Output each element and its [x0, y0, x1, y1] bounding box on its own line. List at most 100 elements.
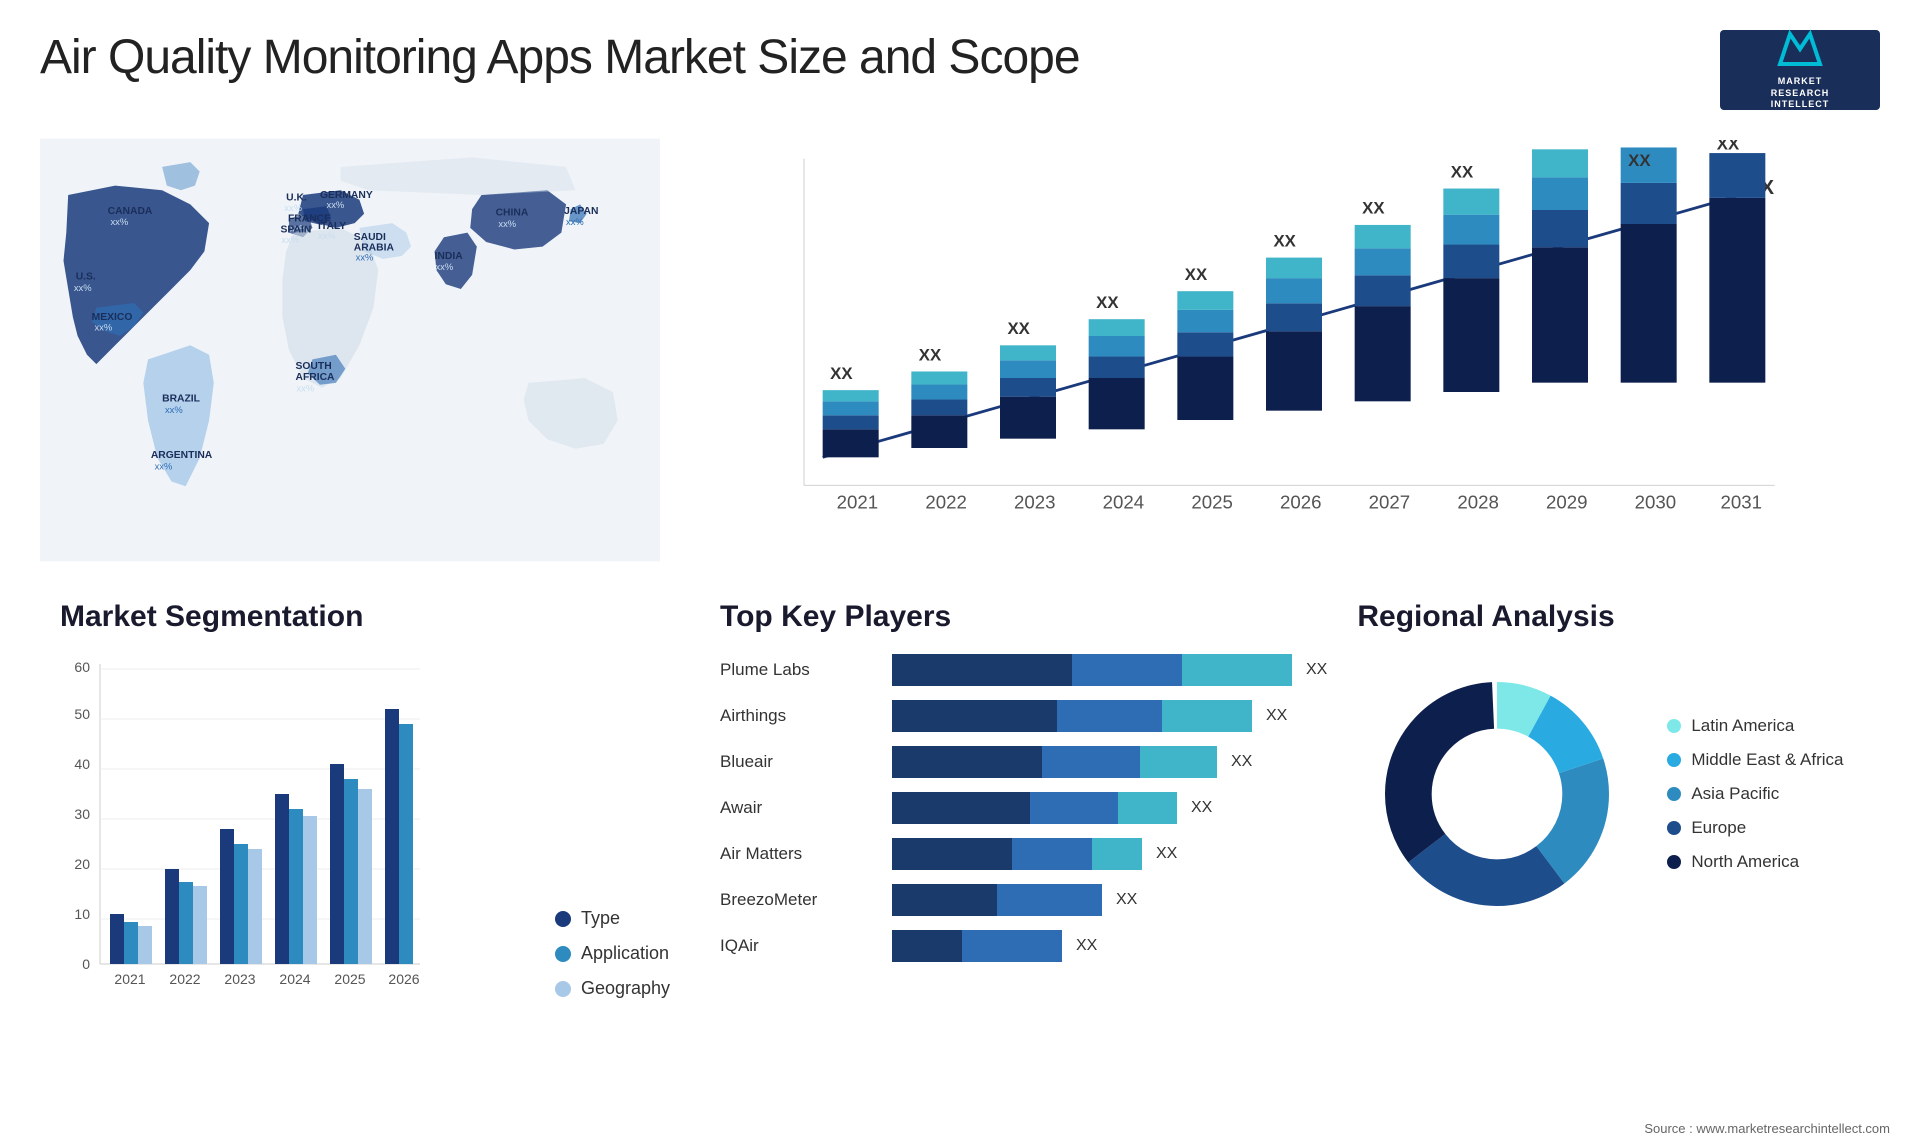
- players-title: Top Key Players: [720, 600, 1327, 634]
- svg-text:SOUTH: SOUTH: [296, 361, 332, 372]
- svg-text:2031: 2031: [1721, 492, 1763, 513]
- svg-text:30: 30: [74, 806, 90, 822]
- logo-symbol: [1775, 29, 1825, 76]
- page-header: Air Quality Monitoring Apps Market Size …: [0, 0, 1920, 120]
- segmentation-section: Market Segmentation 0 10 20 30 40 50 60: [20, 580, 680, 1100]
- player-row-plume: Plume Labs XX: [720, 654, 1327, 686]
- svg-text:2028: 2028: [1457, 492, 1499, 513]
- svg-text:xx%: xx%: [356, 252, 374, 263]
- svg-text:XX: XX: [1717, 140, 1740, 153]
- segmentation-title: Market Segmentation: [60, 600, 670, 634]
- dot-europe: [1667, 821, 1681, 835]
- svg-text:xx%: xx%: [435, 261, 453, 272]
- dot-latin-america: [1667, 719, 1681, 733]
- legend-europe: Europe: [1667, 818, 1843, 838]
- page-title: Air Quality Monitoring Apps Market Size …: [40, 30, 1080, 85]
- svg-text:xx%: xx%: [94, 321, 112, 332]
- legend-item-application: Application: [555, 943, 670, 964]
- legend-north-america: North America: [1667, 852, 1843, 872]
- svg-text:2027: 2027: [1369, 492, 1411, 513]
- logo-area: MARKET RESEARCH INTELLECT: [1720, 30, 1880, 110]
- svg-text:10: 10: [74, 906, 90, 922]
- svg-text:SAUDI: SAUDI: [354, 232, 386, 243]
- player-bar-airmatters: XX: [892, 838, 1327, 870]
- svg-text:XX: XX: [1539, 140, 1562, 144]
- seg-chart-svg: 0 10 20 30 40 50 60: [60, 654, 440, 1034]
- regional-section: Regional Analysis: [1347, 580, 1900, 1100]
- dot-asia-pacific: [1667, 787, 1681, 801]
- svg-text:2021: 2021: [837, 492, 879, 513]
- svg-text:2029: 2029: [1546, 492, 1588, 513]
- svg-text:xx%: xx%: [155, 460, 173, 471]
- seg-legend: Type Application Geography: [555, 908, 670, 1039]
- svg-text:xx%: xx%: [566, 216, 584, 227]
- svg-text:xx%: xx%: [327, 199, 345, 210]
- svg-text:xx%: xx%: [165, 404, 183, 415]
- player-bar-iqair: XX: [892, 930, 1327, 962]
- players-list: Plume Labs XX Airthings: [720, 654, 1327, 962]
- svg-text:XX: XX: [1628, 151, 1651, 170]
- regional-legend: Latin America Middle East & Africa Asia …: [1667, 716, 1843, 872]
- seg-chart: 0 10 20 30 40 50 60: [60, 654, 535, 1039]
- source-text: Source : www.marketresearchintellect.com: [1644, 1121, 1890, 1136]
- dot-mea: [1667, 753, 1681, 767]
- svg-text:2024: 2024: [1103, 492, 1145, 513]
- player-bar-airthings: XX: [892, 700, 1327, 732]
- donut-chart-svg: [1357, 654, 1637, 934]
- svg-text:2023: 2023: [1014, 492, 1056, 513]
- regional-title: Regional Analysis: [1357, 600, 1870, 634]
- logo-box: MARKET RESEARCH INTELLECT: [1720, 30, 1880, 110]
- world-map-svg: CANADA xx% U.S. xx% MEXICO xx% BRAZIL xx…: [40, 130, 660, 570]
- player-row-breezometer: BreezoMeter XX: [720, 884, 1327, 916]
- svg-text:xx%: xx%: [74, 282, 92, 293]
- svg-text:50: 50: [74, 706, 90, 722]
- svg-text:2025: 2025: [334, 971, 365, 987]
- svg-text:xx%: xx%: [281, 234, 299, 245]
- donut-area: Latin America Middle East & Africa Asia …: [1357, 654, 1870, 934]
- svg-text:2030: 2030: [1635, 492, 1677, 513]
- world-map-section: CANADA xx% U.S. xx% MEXICO xx% BRAZIL xx…: [20, 120, 680, 580]
- svg-text:2024: 2024: [279, 971, 310, 987]
- svg-text:60: 60: [74, 659, 90, 675]
- legend-item-geography: Geography: [555, 978, 670, 999]
- svg-text:2021: 2021: [114, 971, 145, 987]
- player-row-airmatters: Air Matters XX: [720, 838, 1327, 870]
- svg-text:2025: 2025: [1191, 492, 1233, 513]
- seg-content: 0 10 20 30 40 50 60: [60, 654, 670, 1039]
- svg-text:20: 20: [74, 856, 90, 872]
- svg-text:xx%: xx%: [284, 202, 302, 213]
- svg-text:XX: XX: [1451, 162, 1474, 181]
- svg-text:2022: 2022: [925, 492, 967, 513]
- player-row-blueair: Blueair XX: [720, 746, 1327, 778]
- logo-text: MARKET RESEARCH INTELLECT: [1771, 76, 1830, 111]
- bar-chart-section: XX XX 2021 XX 2022 XX 2023: [680, 120, 1900, 580]
- player-bar-plume: XX: [892, 654, 1327, 686]
- svg-text:XX: XX: [1273, 231, 1296, 250]
- svg-text:2026: 2026: [1280, 492, 1322, 513]
- player-row-airthings: Airthings XX: [720, 700, 1327, 732]
- players-section: Top Key Players Plume Labs XX Airthings: [680, 580, 1347, 1100]
- svg-text:XX: XX: [1096, 293, 1119, 312]
- svg-text:xx%: xx%: [110, 216, 128, 227]
- player-row-iqair: IQAir XX: [720, 930, 1327, 962]
- legend-dot-geography: [555, 981, 571, 997]
- legend-mea: Middle East & Africa: [1667, 750, 1843, 770]
- legend-dot-type: [555, 911, 571, 927]
- legend-dot-application: [555, 946, 571, 962]
- svg-text:40: 40: [74, 756, 90, 772]
- svg-text:xx%: xx%: [318, 230, 336, 241]
- legend-asia-pacific: Asia Pacific: [1667, 784, 1843, 804]
- player-bar-blueair: XX: [892, 746, 1327, 778]
- legend-latin-america: Latin America: [1667, 716, 1843, 736]
- svg-text:XX: XX: [1362, 199, 1385, 218]
- dot-north-america: [1667, 855, 1681, 869]
- main-grid: CANADA xx% U.S. xx% MEXICO xx% BRAZIL xx…: [0, 120, 1920, 1100]
- svg-text:xx%: xx%: [296, 382, 314, 393]
- player-bar-awair: XX: [892, 792, 1327, 824]
- player-row-awair: Awair XX: [720, 792, 1327, 824]
- growth-chart-svg: XX XX 2021 XX 2022 XX 2023: [700, 140, 1860, 560]
- svg-text:XX: XX: [1007, 319, 1030, 338]
- svg-text:2022: 2022: [169, 971, 200, 987]
- svg-text:2026: 2026: [388, 971, 419, 987]
- svg-text:XX: XX: [830, 364, 853, 383]
